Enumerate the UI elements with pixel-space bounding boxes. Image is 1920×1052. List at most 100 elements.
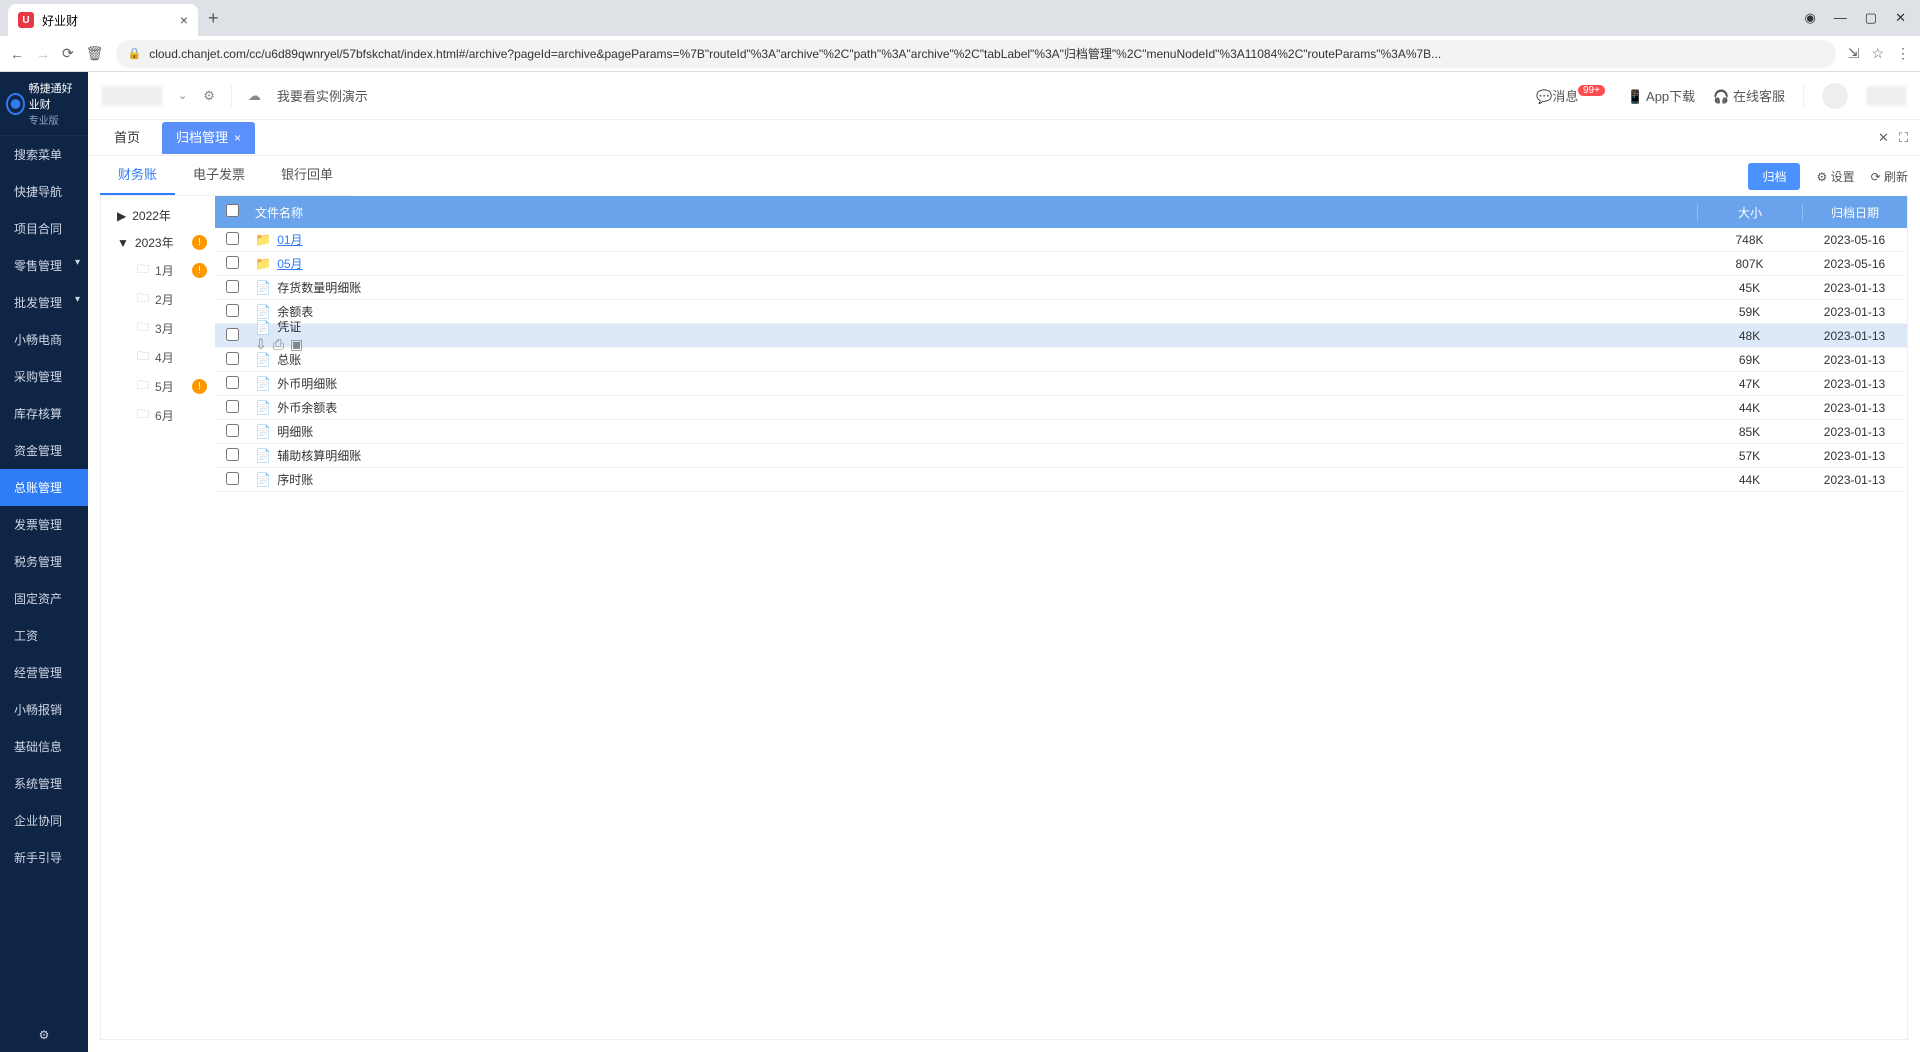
row-checkbox[interactable]	[226, 376, 239, 389]
install-icon[interactable]: ⇲	[1848, 45, 1860, 62]
file-size: 85K	[1697, 425, 1802, 439]
table-row[interactable]: 📁01月748K2023-05-16	[215, 228, 1907, 252]
close-all-tabs-icon[interactable]: ✕	[1878, 130, 1889, 146]
company-selector[interactable]	[102, 86, 162, 106]
tree-month[interactable]: 🗀2月	[101, 285, 215, 314]
sidebar-item[interactable]: 项目合同	[0, 210, 88, 247]
sidebar-item[interactable]: 批发管理▾	[0, 284, 88, 321]
table-row[interactable]: 📁05月807K2023-05-16	[215, 252, 1907, 276]
file-size: 69K	[1697, 353, 1802, 367]
file-link[interactable]: 01月	[277, 233, 302, 247]
tab-close-icon[interactable]: ×	[180, 12, 188, 28]
maximize-icon[interactable]: ▢	[1865, 10, 1877, 26]
username[interactable]	[1866, 86, 1906, 106]
sidebar-item[interactable]: 搜索菜单	[0, 136, 88, 173]
gear-icon[interactable]: ⚙	[203, 88, 215, 104]
file-name: 总账	[277, 353, 301, 367]
row-checkbox[interactable]	[226, 256, 239, 269]
company-dropdown-icon[interactable]: ⌄	[178, 89, 187, 102]
row-checkbox[interactable]	[226, 472, 239, 485]
demo-link[interactable]: 我要看实例演示	[277, 86, 368, 105]
sidebar-item[interactable]: 零售管理▾	[0, 247, 88, 284]
refresh-link[interactable]: ⟳ 刷新	[1871, 168, 1908, 185]
file-size: 57K	[1697, 449, 1802, 463]
tree-month[interactable]: 🗀3月	[101, 314, 215, 343]
msg-link[interactable]: 💬消息 99+	[1536, 86, 1609, 105]
incognito-icon[interactable]: ◉	[1804, 10, 1815, 26]
table-row[interactable]: 📄外币余额表44K2023-01-13	[215, 396, 1907, 420]
star-icon[interactable]: ☆	[1871, 45, 1884, 62]
row-checkbox[interactable]	[226, 328, 239, 341]
settings-icon[interactable]: ⚙	[0, 1018, 88, 1052]
table-row[interactable]: 📄辅助核算明细账57K2023-01-13	[215, 444, 1907, 468]
select-all-checkbox[interactable]	[226, 204, 239, 217]
browser-tab[interactable]: U 好业财 ×	[8, 4, 198, 36]
sidebar-item[interactable]: 企业协同	[0, 802, 88, 839]
nav-back-icon[interactable]: ←	[10, 46, 24, 62]
table-row[interactable]: 📄序时账44K2023-01-13	[215, 468, 1907, 492]
inner-tab-finance[interactable]: 财务账	[100, 156, 175, 195]
tab-close-icon[interactable]: ×	[234, 131, 241, 145]
sidebar-item[interactable]: 工资	[0, 617, 88, 654]
tab-archive[interactable]: 归档管理×	[162, 122, 255, 154]
tree-month[interactable]: 🗀5月!	[101, 372, 215, 401]
avatar-icon[interactable]	[1822, 83, 1848, 109]
new-tab-button[interactable]: +	[198, 8, 229, 29]
archive-button[interactable]: 归档	[1748, 163, 1800, 190]
tree-year-2023[interactable]: ▼ 2023年 !	[101, 229, 215, 256]
sidebar-item[interactable]: 经营管理	[0, 654, 88, 691]
sidebar-item[interactable]: 发票管理	[0, 506, 88, 543]
file-name: 辅助核算明细账	[277, 449, 361, 463]
close-window-icon[interactable]: ✕	[1895, 10, 1906, 26]
folder-icon: 🗀	[137, 376, 149, 397]
sidebar-item[interactable]: 基础信息	[0, 728, 88, 765]
tab-favicon-icon: U	[18, 12, 34, 28]
sidebar-item[interactable]: 小畅报销	[0, 691, 88, 728]
row-checkbox[interactable]	[226, 232, 239, 245]
sidebar-item[interactable]: 新手引导	[0, 839, 88, 876]
row-checkbox[interactable]	[226, 424, 239, 437]
row-checkbox[interactable]	[226, 448, 239, 461]
settings-link[interactable]: ⚙ 设置	[1816, 168, 1854, 185]
sidebar-item[interactable]: 小畅电商	[0, 321, 88, 358]
document-icon: 📄	[255, 472, 271, 488]
sidebar-item[interactable]: 系统管理	[0, 765, 88, 802]
url-text: cloud.chanjet.com/cc/u6d89qwnryel/57bfsk…	[149, 45, 1441, 62]
sidebar-item[interactable]: 库存核算	[0, 395, 88, 432]
tree-month[interactable]: 🗀1月!	[101, 256, 215, 285]
service-link[interactable]: 🎧 在线客服	[1713, 86, 1785, 105]
tree-month[interactable]: 🗀4月	[101, 343, 215, 372]
sidebar-item[interactable]: 资金管理	[0, 432, 88, 469]
table-row[interactable]: 📄凭证⇩⎙▣48K2023-01-13	[215, 324, 1907, 348]
sidebar-item[interactable]: 快捷导航	[0, 173, 88, 210]
lock-icon: 🔒	[128, 47, 142, 60]
file-date: 2023-05-16	[1802, 233, 1907, 247]
tab-home[interactable]: 首页	[100, 122, 154, 154]
inner-tab-einvoice[interactable]: 电子发票	[175, 156, 263, 195]
nav-delete-icon[interactable]: 🗑	[86, 45, 104, 62]
table-row[interactable]: 📄总账69K2023-01-13	[215, 348, 1907, 372]
row-checkbox[interactable]	[226, 352, 239, 365]
minimize-icon[interactable]: —	[1834, 10, 1847, 26]
file-link[interactable]: 05月	[277, 257, 302, 271]
nav-reload-icon[interactable]: ⟳	[62, 45, 74, 62]
url-input[interactable]: 🔒 cloud.chanjet.com/cc/u6d89qwnryel/57bf…	[116, 40, 1836, 68]
row-checkbox[interactable]	[226, 400, 239, 413]
sidebar-item[interactable]: 固定资产	[0, 580, 88, 617]
topbar: ⌄ ⚙ ☁ 我要看实例演示 💬消息 99+ 📱 App下载 🎧 在线客服	[88, 72, 1920, 120]
table-row[interactable]: 📄存货数量明细账45K2023-01-13	[215, 276, 1907, 300]
nav-fwd-icon[interactable]: →	[36, 46, 50, 62]
table-row[interactable]: 📄外币明细账47K2023-01-13	[215, 372, 1907, 396]
menu-icon[interactable]: ⋮	[1896, 45, 1910, 62]
sidebar-item[interactable]: 采购管理	[0, 358, 88, 395]
inner-tab-bank[interactable]: 银行回单	[263, 156, 351, 195]
row-checkbox[interactable]	[226, 280, 239, 293]
table-row[interactable]: 📄明细账85K2023-01-13	[215, 420, 1907, 444]
sidebar-item[interactable]: 总账管理	[0, 469, 88, 506]
fullscreen-icon[interactable]: ⛶	[1899, 130, 1908, 146]
download-link[interactable]: 📱 App下载	[1627, 86, 1695, 105]
row-checkbox[interactable]	[226, 304, 239, 317]
sidebar-item[interactable]: 税务管理	[0, 543, 88, 580]
tree-month[interactable]: 🗀6月	[101, 401, 215, 430]
tree-year-2022[interactable]: ▶ 2022年	[101, 202, 215, 229]
